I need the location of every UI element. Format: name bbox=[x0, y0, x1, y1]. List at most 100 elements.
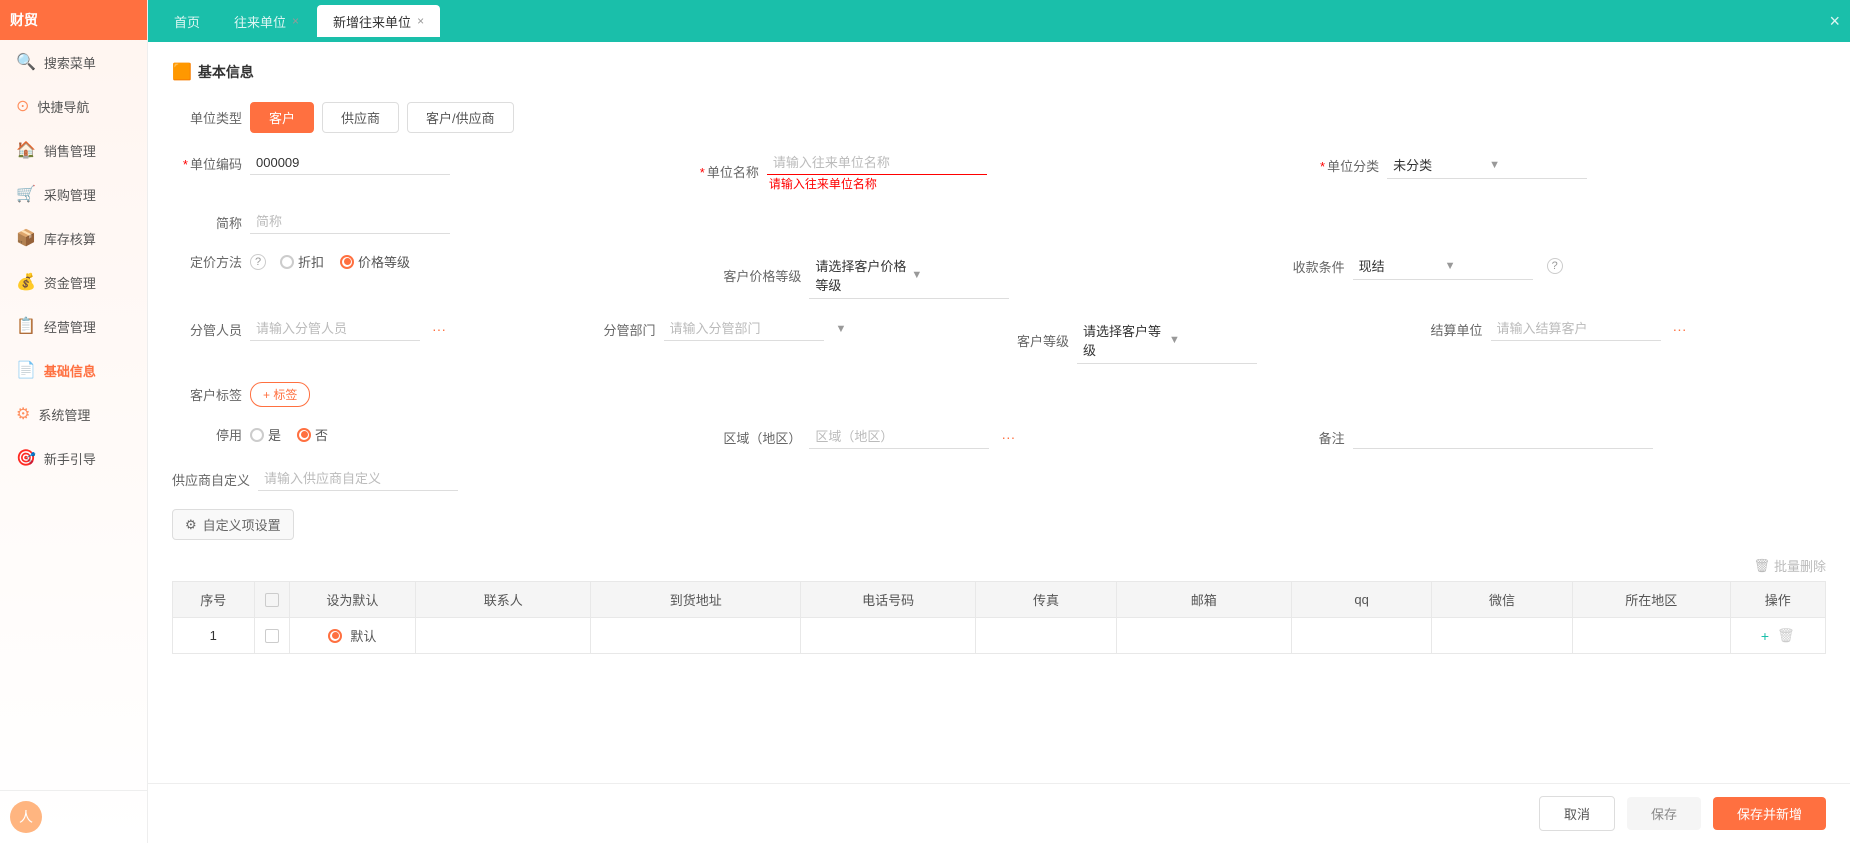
tab-partner-list[interactable]: 往来单位 × bbox=[218, 5, 315, 37]
save-button[interactable]: 保存 bbox=[1627, 797, 1701, 830]
caret-icon4: ▼ bbox=[1169, 334, 1251, 346]
sidebar-item-inventory[interactable]: 📦 库存核算 bbox=[0, 216, 147, 260]
region-row-input[interactable] bbox=[1616, 628, 1686, 643]
unit-name-input[interactable] bbox=[767, 151, 987, 175]
dept-input[interactable] bbox=[664, 317, 824, 341]
phone-input[interactable] bbox=[848, 628, 928, 643]
wechat-input[interactable] bbox=[1472, 628, 1532, 643]
default-label: 默认 bbox=[350, 626, 376, 645]
customer-level-field: 客户等级 请选择客户等级 ▼ bbox=[999, 317, 1413, 364]
default-radio-item[interactable]: 默认 bbox=[300, 626, 406, 645]
td-fax[interactable] bbox=[976, 618, 1116, 654]
email-input[interactable] bbox=[1164, 628, 1244, 643]
settlement-ellipsis[interactable]: ··· bbox=[1673, 321, 1687, 337]
discount-radio[interactable] bbox=[280, 255, 294, 269]
dept-caret: ▼ bbox=[836, 323, 847, 335]
default-radio[interactable] bbox=[328, 629, 342, 643]
select-all-checkbox[interactable] bbox=[265, 593, 279, 607]
unit-type-field: 单位类型 客户 供应商 客户/供应商 bbox=[172, 102, 1826, 133]
add-tag-button[interactable]: + 标签 bbox=[250, 382, 310, 407]
row-checkbox[interactable] bbox=[265, 629, 279, 643]
tab-home[interactable]: 首页 bbox=[158, 5, 216, 37]
yes-radio[interactable] bbox=[250, 428, 264, 442]
sidebar-item-sales[interactable]: 🏠 销售管理 bbox=[0, 128, 147, 172]
td-phone[interactable] bbox=[801, 618, 976, 654]
sidebar-item-label: 经营管理 bbox=[44, 317, 96, 336]
payment-term-value: 现结 bbox=[1359, 256, 1441, 275]
avatar[interactable]: 人 bbox=[10, 801, 42, 833]
pricing-help-icon[interactable]: ? bbox=[250, 254, 266, 270]
remark-input[interactable] bbox=[1353, 425, 1653, 449]
pricing-level[interactable]: 价格等级 bbox=[340, 252, 410, 271]
td-wechat[interactable] bbox=[1432, 618, 1572, 654]
td-email[interactable] bbox=[1116, 618, 1291, 654]
caret-icon: ▼ bbox=[1489, 159, 1581, 171]
fax-input[interactable] bbox=[1016, 628, 1076, 643]
add-row-button[interactable]: + bbox=[1761, 628, 1769, 644]
qq-input[interactable] bbox=[1332, 628, 1392, 643]
unit-btn-supplier[interactable]: 供应商 bbox=[322, 102, 399, 133]
pricing-method-field: 定价方法 ? 折扣 价格等级 bbox=[172, 252, 723, 271]
manager-ellipsis[interactable]: ··· bbox=[432, 321, 446, 337]
customer-price-select[interactable]: 请选择客户价格等级 ▼ bbox=[809, 252, 1009, 299]
unit-category-field: 单位分类 未分类 ▼ bbox=[1309, 151, 1826, 179]
sidebar-item-system[interactable]: ⚙ 系统管理 bbox=[0, 392, 147, 436]
batch-delete-button[interactable]: 🗑 批量删除 bbox=[1753, 556, 1826, 575]
unit-btn-customer[interactable]: 客户 bbox=[250, 102, 314, 133]
section-icon: 🟧 bbox=[172, 62, 192, 82]
td-address[interactable] bbox=[591, 618, 801, 654]
unit-name-label: 单位名称 bbox=[689, 162, 759, 181]
cancel-button[interactable]: 取消 bbox=[1539, 796, 1615, 831]
manager-field: 分管人员 ··· bbox=[172, 317, 586, 341]
td-qq[interactable] bbox=[1291, 618, 1431, 654]
disabled-no[interactable]: 否 bbox=[297, 425, 328, 444]
customer-level-select[interactable]: 请选择客户等级 ▼ bbox=[1077, 317, 1257, 364]
td-region[interactable] bbox=[1572, 618, 1730, 654]
tab-close-all[interactable]: × bbox=[1829, 11, 1840, 32]
settlement-input[interactable] bbox=[1491, 317, 1661, 341]
th-fax: 传真 bbox=[976, 582, 1116, 618]
tab-add-partner[interactable]: 新增往来单位 × bbox=[317, 5, 440, 37]
short-name-row: 简称 bbox=[172, 210, 1826, 234]
region-ellipsis[interactable]: ··· bbox=[1001, 429, 1015, 445]
manager-input[interactable] bbox=[250, 317, 420, 341]
tab-partner-list-close[interactable]: × bbox=[292, 14, 299, 28]
th-email: 邮箱 bbox=[1116, 582, 1291, 618]
price-level-radio[interactable] bbox=[340, 255, 354, 269]
sidebar: 财贸 🔍 搜索菜单 ⊙ 快捷导航 🏠 销售管理 🛒 采购管理 📦 库存核算 💰 … bbox=[0, 0, 148, 843]
unit-code-input[interactable] bbox=[250, 151, 450, 175]
customer-price-label: 客户价格等级 bbox=[723, 266, 801, 285]
sidebar-item-quick-nav[interactable]: ⊙ 快捷导航 bbox=[0, 84, 147, 128]
sidebar-item-operation[interactable]: 📋 经营管理 bbox=[0, 304, 147, 348]
sidebar-item-basic-info[interactable]: 📄 基础信息 bbox=[0, 348, 147, 392]
custom-settings-button[interactable]: ⚙ 自定义项设置 bbox=[172, 509, 294, 540]
tab-add-partner-close[interactable]: × bbox=[417, 14, 424, 28]
delete-row-button[interactable]: 🗑 bbox=[1777, 627, 1795, 644]
no-radio[interactable] bbox=[297, 428, 311, 442]
pricing-discount[interactable]: 折扣 bbox=[280, 252, 324, 271]
manager-row: 分管人员 ··· 分管部门 ▼ 客户等级 请选择客户等级 ▼ 结算单位 ··· bbox=[172, 317, 1826, 364]
unit-type-row: 单位类型 客户 供应商 客户/供应商 bbox=[172, 102, 1826, 133]
disabled-yes[interactable]: 是 bbox=[250, 425, 281, 444]
contact-input[interactable] bbox=[463, 628, 543, 643]
address-input[interactable] bbox=[646, 628, 746, 643]
td-contact[interactable] bbox=[416, 618, 591, 654]
unit-category-select[interactable]: 未分类 ▼ bbox=[1387, 151, 1587, 179]
payment-term-select[interactable]: 现结 ▼ bbox=[1353, 252, 1533, 280]
sidebar-item-purchase[interactable]: 🛒 采购管理 bbox=[0, 172, 147, 216]
short-name-input[interactable] bbox=[250, 210, 450, 234]
sidebar-item-label: 基础信息 bbox=[44, 361, 96, 380]
unit-btn-both[interactable]: 客户/供应商 bbox=[407, 102, 514, 133]
basic-info-icon: 📄 bbox=[16, 360, 36, 380]
sidebar-item-search[interactable]: 🔍 搜索菜单 bbox=[0, 40, 147, 84]
supplier-custom-input[interactable] bbox=[258, 467, 458, 491]
th-contact: 联系人 bbox=[416, 582, 591, 618]
th-qq: qq bbox=[1291, 582, 1431, 618]
payment-help-icon[interactable]: ? bbox=[1547, 258, 1563, 274]
region-input[interactable] bbox=[809, 425, 989, 449]
sidebar-item-finance[interactable]: 💰 资金管理 bbox=[0, 260, 147, 304]
tab-add-partner-label: 新增往来单位 bbox=[333, 12, 411, 31]
sidebar-item-guide[interactable]: 🎯 新手引导 bbox=[0, 436, 147, 480]
save-new-button[interactable]: 保存并新增 bbox=[1713, 797, 1826, 830]
td-seq: 1 bbox=[173, 618, 255, 654]
